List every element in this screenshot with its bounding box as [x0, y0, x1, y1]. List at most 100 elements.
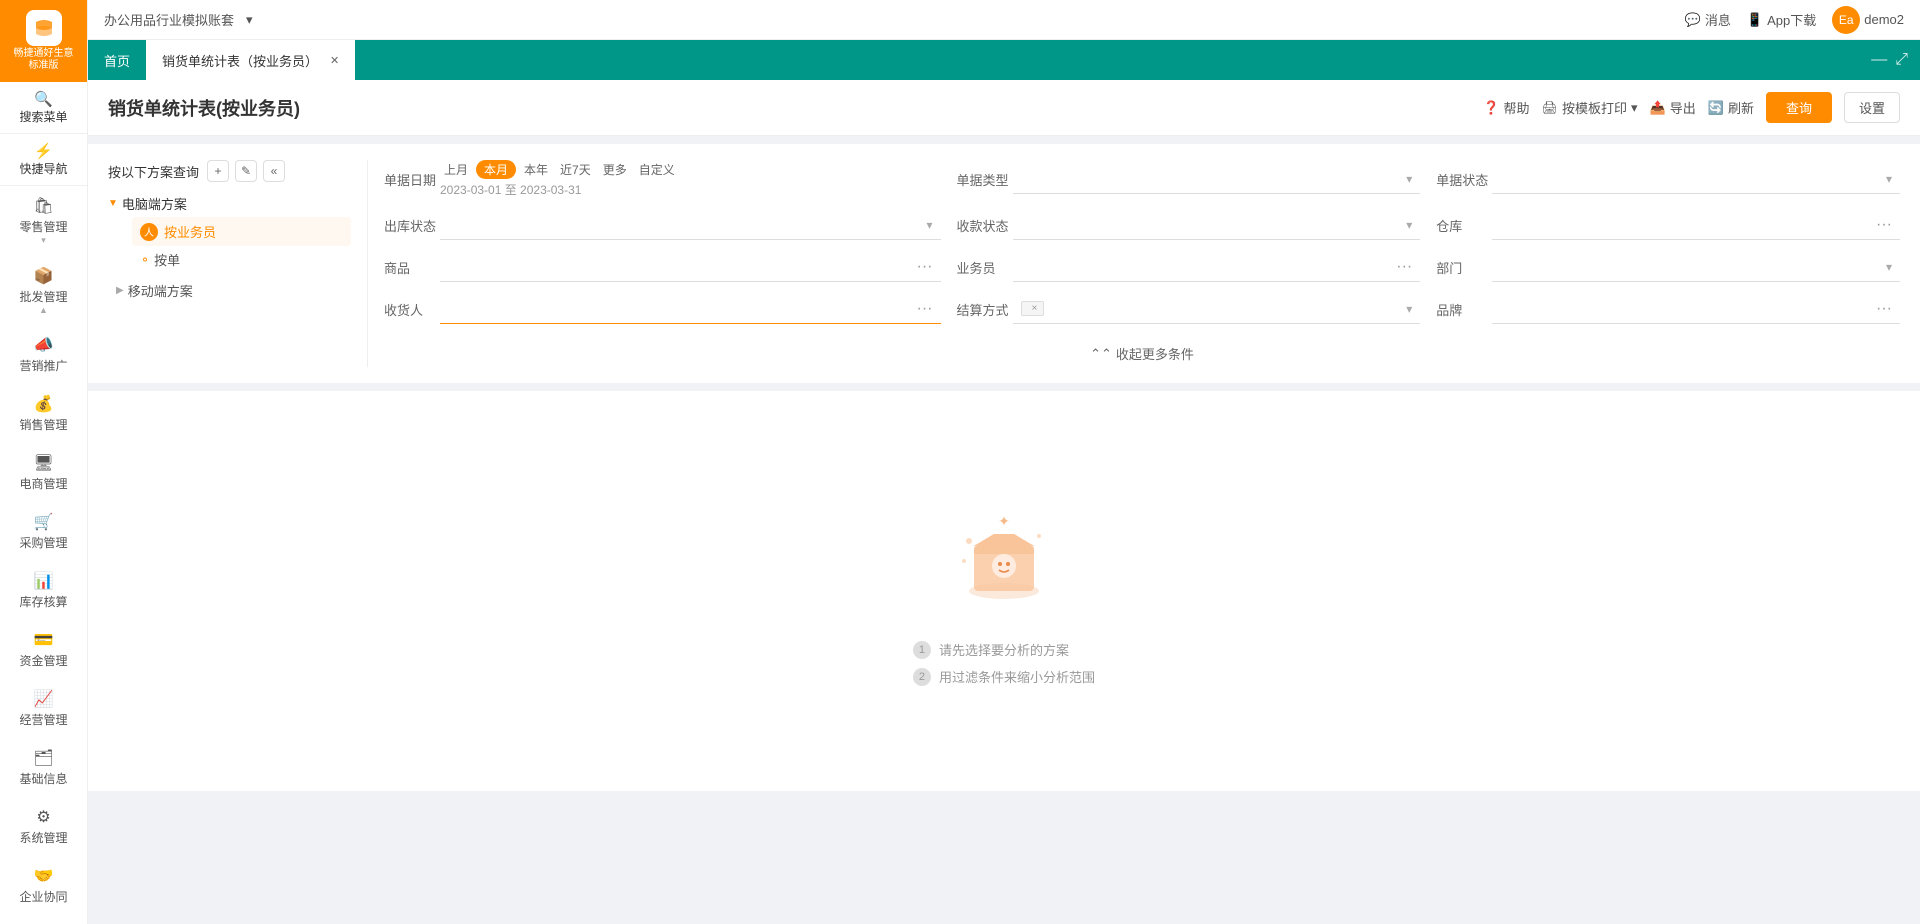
date-more[interactable]: 更多: [599, 160, 631, 179]
sidebar-item-marketing[interactable]: 📣 营销推广: [0, 325, 87, 384]
department-select[interactable]: ▾: [1492, 252, 1900, 282]
filter-scheme-order[interactable]: ⚬ 按单: [132, 246, 351, 273]
tab-minimize-btn[interactable]: —: [1871, 51, 1887, 69]
sidebar-item-retail[interactable]: 🛍 零售管理 ▾: [0, 186, 87, 256]
tab-home-label: 首页: [104, 51, 130, 70]
salesperson-dots[interactable]: ···: [1396, 258, 1412, 276]
warehouse-dots[interactable]: ···: [1876, 216, 1892, 234]
filter-collapse-btn[interactable]: «: [263, 160, 285, 182]
tab-sales-stat-label: 销货单统计表（按业务员）: [162, 51, 318, 70]
doctype-select[interactable]: ▾: [1013, 164, 1421, 194]
date-last-7[interactable]: 近7天: [556, 160, 595, 179]
sidebar-search-menu[interactable]: 🔍 搜索菜单: [0, 82, 87, 134]
filter-scheme-salesperson[interactable]: 人 按业务员: [132, 217, 351, 246]
help-btn[interactable]: ❓ 帮助: [1483, 98, 1529, 117]
tab-close-btn[interactable]: ✕: [330, 54, 339, 67]
sidebar-menu: 🛍 零售管理 ▾ 📦 批发管理 ▲ 📣 营销推广 💰 销售管理 🖥 电商管理 🛒…: [0, 186, 87, 924]
marketing-label: 营销推广: [19, 357, 67, 374]
date-last-month[interactable]: 上月: [440, 160, 472, 179]
outstatus-select[interactable]: ▾: [440, 210, 941, 240]
collapse-btn[interactable]: ⌃⌃ 收起更多条件: [1090, 344, 1194, 363]
consignee-label: 收货人: [384, 300, 440, 319]
brand-input[interactable]: ···: [1492, 294, 1900, 324]
doctype-label: 单据类型: [957, 170, 1013, 189]
empty-icon: ✦: [944, 496, 1064, 616]
sidebar-item-purchase[interactable]: 🛒 采购管理: [0, 502, 87, 561]
message-btn[interactable]: 💬 消息: [1685, 10, 1731, 29]
goods-dots[interactable]: ···: [917, 258, 933, 276]
sales-label: 销售管理: [19, 416, 67, 433]
export-btn[interactable]: 📤 导出: [1650, 98, 1696, 117]
date-custom[interactable]: 自定义: [635, 160, 679, 179]
sidebar-item-finance[interactable]: 💳 资金管理: [0, 620, 87, 679]
cooperation-icon: 🤝: [34, 866, 54, 886]
form-group-doctype: 单据类型 ▾: [957, 164, 1421, 194]
app-download-btn[interactable]: 📱 App下载: [1747, 10, 1816, 29]
settle-select[interactable]: × ▾: [1013, 294, 1421, 324]
system-label: 系统管理: [19, 829, 67, 846]
user-profile[interactable]: Ea demo2: [1832, 6, 1904, 34]
filter-tree-mobile: ▶ 移动端方案: [108, 277, 351, 304]
docstatus-select[interactable]: ▾: [1492, 164, 1900, 194]
filter-add-btn[interactable]: +: [207, 160, 229, 182]
sidebar-item-operations[interactable]: 📈 经营管理: [0, 679, 87, 738]
scheme-icon-circle: 人: [140, 223, 158, 241]
tab-home[interactable]: 首页: [88, 40, 146, 80]
refresh-label: 刷新: [1728, 98, 1754, 117]
consignee-dots[interactable]: ···: [917, 300, 933, 318]
sidebar-item-system[interactable]: ⚙ 系统管理: [0, 797, 87, 856]
purchase-icon: 🛒: [34, 512, 54, 532]
goods-input[interactable]: ···: [440, 252, 941, 282]
brand-dots[interactable]: ···: [1876, 300, 1892, 318]
hint-num-2: 2: [913, 668, 931, 686]
filter-edit-btn[interactable]: ✎: [235, 160, 257, 182]
print-btn[interactable]: 🖨 按模板打印 ▾: [1542, 98, 1638, 117]
sidebar-item-sales[interactable]: 💰 销售管理: [0, 384, 87, 443]
settle-tag-close[interactable]: ×: [1032, 303, 1038, 314]
settings-btn[interactable]: 设置: [1844, 92, 1900, 123]
sidebar-item-inventory[interactable]: 📊 库存核算: [0, 561, 87, 620]
department-dropdown-icon: ▾: [1886, 260, 1892, 274]
tab-sales-stat[interactable]: 销货单统计表（按业务员） ✕: [146, 40, 355, 80]
settle-value-inner: ×: [1021, 301, 1407, 316]
topbar-dropdown[interactable]: ▾: [246, 12, 253, 28]
wholesale-label: 批发管理: [19, 288, 67, 305]
inventory-label: 库存核算: [19, 593, 67, 610]
form-group-brand: 品牌 ···: [1436, 294, 1900, 324]
sidebar-item-wholesale[interactable]: 📦 批发管理 ▲: [0, 256, 87, 325]
sidebar-item-cooperation[interactable]: 🤝 企业协同: [0, 856, 87, 915]
query-btn[interactable]: 查询: [1766, 92, 1832, 123]
filter-main: 按以下方案查询 + ✎ « ▼ 电脑端方案: [108, 160, 1900, 367]
wholesale-icon: 📦: [34, 266, 54, 286]
filter-mobile-group[interactable]: ▶ 移动端方案: [116, 277, 351, 304]
outstatus-label: 出库状态: [384, 216, 440, 235]
form-group-goods: 商品 ···: [384, 252, 941, 282]
topbar: 办公用品行业模拟账套 ▾ 💬 消息 📱 App下载 Ea demo2: [88, 0, 1920, 40]
print-label: 按模板打印: [1562, 98, 1627, 117]
tab-maximize-btn[interactable]: ⤢: [1895, 51, 1908, 69]
filter-section-title: 按以下方案查询 + ✎ «: [108, 160, 351, 182]
form-group-department: 部门 ▾: [1436, 252, 1900, 282]
form-group-outstatus: 出库状态 ▾: [384, 210, 941, 240]
sidebar-quick-nav[interactable]: ⚡ 快捷导航: [0, 134, 87, 186]
svg-text:✦: ✦: [998, 513, 1010, 529]
sidebar-item-newbie[interactable]: 🎯 新手引导: [0, 915, 87, 924]
retail-icon: 🛍: [33, 196, 53, 216]
app-download-label: App下载: [1767, 10, 1816, 29]
filter-tree-desktop[interactable]: ▼ 电脑端方案: [108, 190, 351, 217]
consignee-input[interactable]: ···: [440, 294, 941, 324]
sidebar-item-ecommerce[interactable]: 🖥 电商管理: [0, 443, 87, 502]
date-this-month[interactable]: 本月: [476, 160, 516, 179]
date-this-year[interactable]: 本年: [520, 160, 552, 179]
sidebar-item-basic[interactable]: 🗂 基础信息: [0, 738, 87, 797]
filter-tree: ▼ 电脑端方案 人 按业务员: [108, 190, 351, 304]
warehouse-input[interactable]: ···: [1492, 210, 1900, 240]
inventory-icon: 📊: [34, 571, 54, 591]
salesperson-input[interactable]: ···: [1013, 252, 1421, 282]
refresh-btn[interactable]: 🔄 刷新: [1708, 98, 1754, 117]
export-label: 导出: [1670, 98, 1696, 117]
empty-hint-2: 2 用过滤条件来缩小分析范围: [913, 667, 1095, 686]
desktop-arrow-icon: ▼: [108, 198, 118, 209]
collectstatus-select[interactable]: ▾: [1013, 210, 1421, 240]
goods-label: 商品: [384, 258, 440, 277]
